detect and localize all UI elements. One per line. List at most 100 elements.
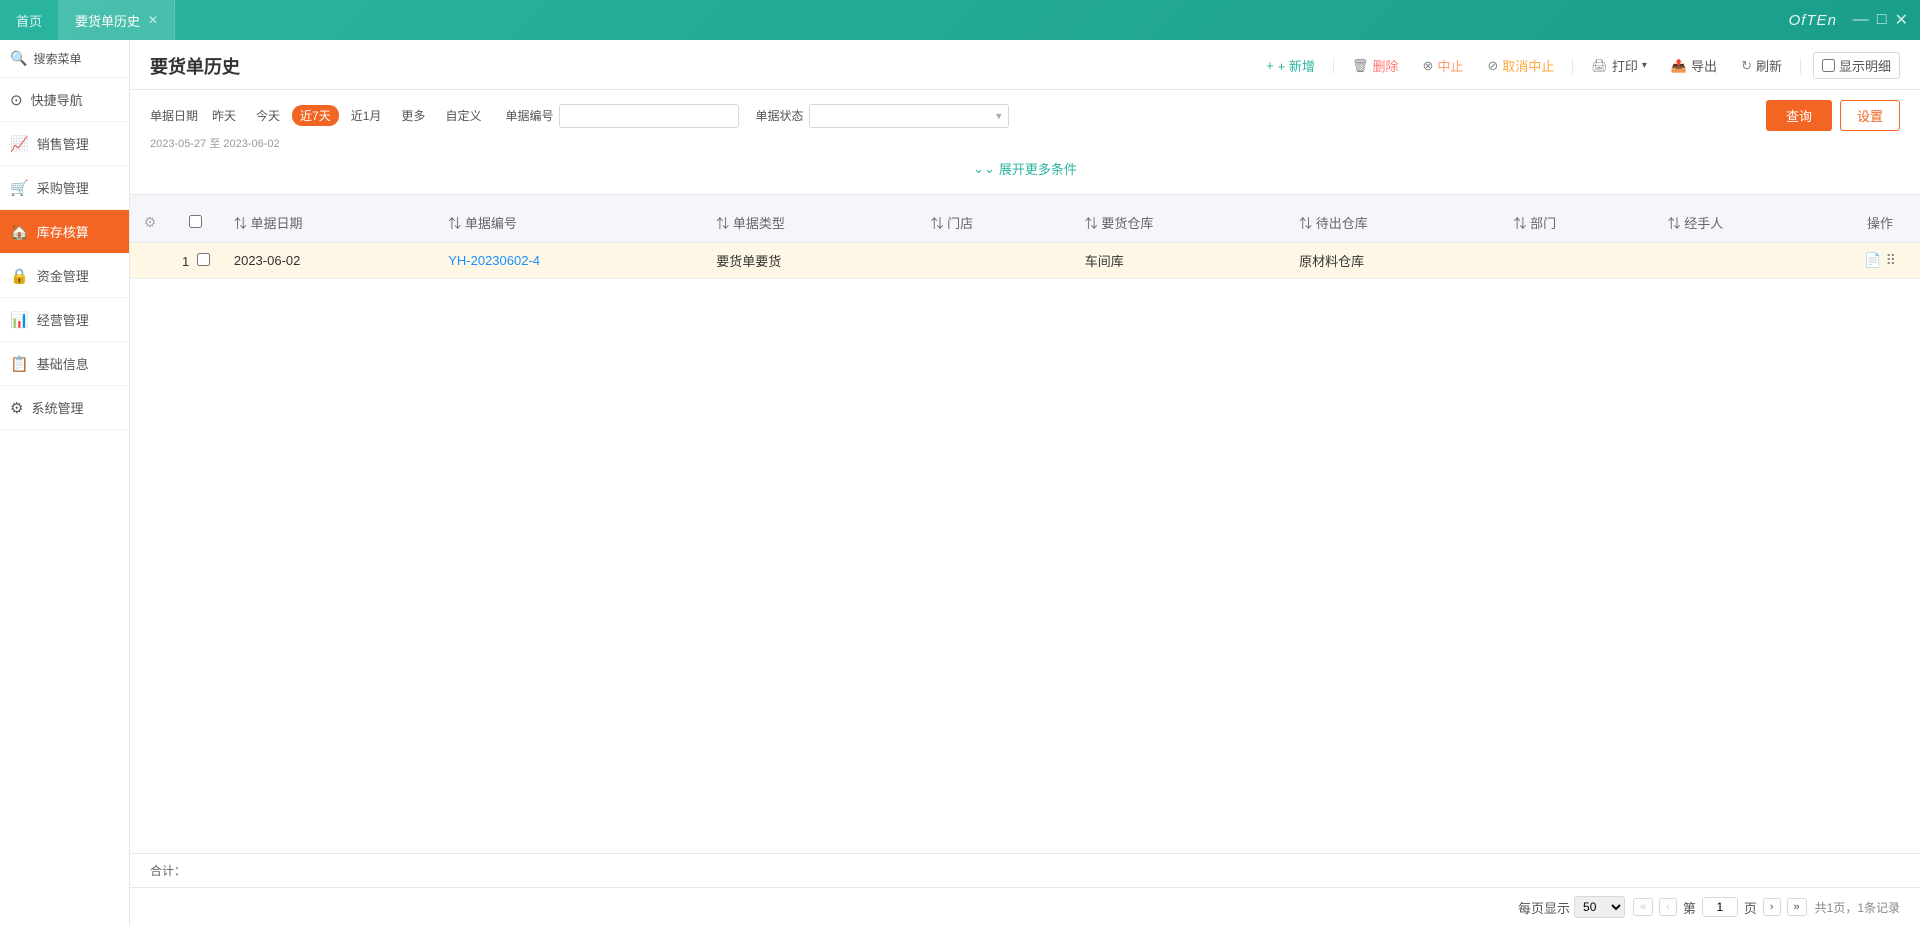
sidebar-item-basic-info[interactable]: 📋 基础信息 (0, 342, 129, 386)
doc-no-input[interactable] (559, 104, 739, 128)
col-req-warehouse[interactable]: ⇅ 要货仓库 (1073, 203, 1287, 243)
row-edit-icon[interactable]: 📄 (1864, 252, 1881, 269)
col-doc-type[interactable]: ⇅ 单据类型 (704, 203, 918, 243)
page-header: 要货单历史 + + 新增 🗑 删除 ⊗ 中止 (130, 40, 1920, 90)
query-button[interactable]: 查询 (1766, 100, 1832, 131)
search-icon: 🔍 (10, 50, 27, 67)
row-more-icon[interactable]: ⠿ (1886, 252, 1896, 269)
status-select[interactable] (809, 104, 1009, 128)
sidebar-item-label: 资金管理 (37, 266, 89, 285)
sidebar-item-inventory-calc[interactable]: 🏠 库存核算 (0, 210, 129, 254)
purchase-icon: 🛒 (10, 179, 29, 197)
page-input[interactable] (1702, 897, 1738, 917)
main-layout: 🔍 搜索菜单 ⊙ 快捷导航 📈 销售管理 🛒 采购管理 🏠 库存核算 🔒 资金管… (0, 40, 1920, 926)
table-area: ⚙ ⇅ 单据日期 ⇅ 单据编号 ⇅ 单据类型 (130, 203, 1920, 853)
new-button[interactable]: + + 新增 (1260, 52, 1321, 79)
refresh-icon: ↻ (1741, 58, 1752, 74)
date-range-display: 2023-05-27 至 2023-06-02 (150, 135, 1900, 151)
row-checkbox[interactable] (197, 253, 210, 266)
row-actions: 📄 ⠿ (1840, 243, 1920, 279)
tab-close-icon[interactable]: ✕ (148, 13, 158, 27)
prev-page-button[interactable]: ‹ (1659, 898, 1677, 916)
filter-expand-row: ⌄⌄ 展开更多条件 (150, 151, 1900, 186)
action-icons: 📄 ⠿ (1852, 252, 1908, 269)
sales-icon: 📈 (10, 135, 29, 153)
row-req-warehouse: 车间库 (1073, 243, 1287, 279)
tab-requisition-label: 要货单历史 (75, 11, 140, 30)
cancel-stop-label: 取消中止 (1502, 56, 1554, 75)
sidebar-item-quick-nav[interactable]: ⊙ 快捷导航 (0, 78, 129, 122)
per-page-selector: 每页显示 20 50 100 (1518, 896, 1625, 918)
doc-no-label: 单据编号 (505, 107, 553, 124)
col-doc-no[interactable]: ⇅ 单据编号 (436, 203, 704, 243)
total-count: 共1页，1条记录 (1815, 899, 1900, 916)
date-btn-more[interactable]: 更多 (393, 105, 433, 126)
delete-button[interactable]: 🗑 删除 (1346, 52, 1405, 79)
col-req-warehouse-label: ⇅ 要货仓库 (1085, 216, 1154, 231)
col-handler[interactable]: ⇅ 经手人 (1656, 203, 1840, 243)
tab-requisition-history[interactable]: 要货单历史 ✕ (59, 0, 175, 40)
next-page-button[interactable]: › (1763, 898, 1781, 916)
first-page-button[interactable]: « (1633, 898, 1653, 916)
col-dept[interactable]: ⇅ 部门 (1501, 203, 1655, 243)
refresh-button[interactable]: ↻ 刷新 (1735, 52, 1788, 79)
date-btn-today[interactable]: 今天 (248, 105, 288, 126)
sidebar-search[interactable]: 🔍 搜索菜单 (0, 40, 129, 78)
basic-icon: 📋 (10, 355, 29, 373)
page-title: 要货单历史 (150, 53, 240, 79)
print-button[interactable]: 🖨 打印 ▾ (1585, 52, 1653, 79)
print-icon: 🖨 (1591, 58, 1608, 74)
row-settings (130, 243, 170, 279)
settings-button[interactable]: 设置 (1840, 100, 1900, 131)
col-pending-warehouse[interactable]: ⇅ 待出仓库 (1287, 203, 1501, 243)
quick-nav-icon: ⊙ (10, 91, 23, 109)
filter-row: 单据日期 昨天 今天 近7天 近1月 更多 自定义 单据编号 单据状态 (150, 100, 1900, 131)
sidebar-item-purchase-mgmt[interactable]: 🛒 采购管理 (0, 166, 129, 210)
col-settings: ⚙ (130, 203, 170, 243)
sidebar-item-finance-mgmt[interactable]: 🔒 资金管理 (0, 254, 129, 298)
stop-label: 中止 (1437, 56, 1463, 75)
row-doc-no-link[interactable]: YH-20230602-4 (448, 253, 540, 268)
maximize-icon[interactable]: □ (1877, 11, 1887, 29)
window-controls: OfTEn — □ ✕ (1789, 10, 1908, 30)
stop-icon: ⊗ (1422, 58, 1433, 74)
sidebar-item-sys-mgmt[interactable]: ⚙ 系统管理 (0, 386, 129, 430)
display-detail-checkbox[interactable] (1822, 59, 1835, 72)
col-store[interactable]: ⇅ 门店 (919, 203, 1073, 243)
date-btn-1month[interactable]: 近1月 (343, 105, 390, 126)
date-btn-yesterday[interactable]: 昨天 (204, 105, 244, 126)
col-settings-icon[interactable]: ⚙ (144, 214, 157, 230)
tab-home-label: 首页 (16, 11, 42, 30)
sidebar-item-sales-mgmt[interactable]: 📈 销售管理 (0, 122, 129, 166)
col-action: 操作 (1840, 203, 1920, 243)
stop-button[interactable]: ⊗ 中止 (1416, 52, 1469, 79)
display-detail-button[interactable]: 显示明细 (1813, 52, 1900, 79)
date-btn-custom[interactable]: 自定义 (437, 105, 489, 126)
date-filter-label: 单据日期 (150, 107, 198, 124)
row-date: 2023-06-02 (222, 243, 436, 279)
refresh-label: 刷新 (1756, 56, 1782, 75)
col-date[interactable]: ⇅ 单据日期 (222, 203, 436, 243)
close-window-icon[interactable]: ✕ (1895, 10, 1908, 30)
minimize-icon[interactable]: — (1853, 11, 1869, 29)
sidebar-item-label: 销售管理 (37, 134, 89, 153)
export-icon: 📤 (1671, 58, 1687, 74)
tab-home[interactable]: 首页 (0, 0, 59, 40)
export-button[interactable]: 📤 导出 (1665, 52, 1723, 79)
export-label: 导出 (1691, 56, 1717, 75)
footer-total-label: 合计： (150, 862, 186, 879)
status-label: 单据状态 (755, 107, 803, 124)
select-all-checkbox[interactable] (189, 215, 202, 228)
col-date-label: ⇅ 单据日期 (234, 216, 303, 231)
sidebar-item-label: 经营管理 (37, 310, 89, 329)
row-dept (1501, 243, 1655, 279)
per-page-select[interactable]: 20 50 100 (1574, 896, 1625, 918)
date-btn-7days[interactable]: 近7天 (292, 105, 339, 126)
last-page-button[interactable]: » (1787, 898, 1807, 916)
sys-icon: ⚙ (10, 399, 23, 417)
col-dept-label: ⇅ 部门 (1513, 216, 1556, 231)
sidebar-item-ops-mgmt[interactable]: 📊 经营管理 (0, 298, 129, 342)
cancel-stop-button[interactable]: ⊘ 取消中止 (1481, 52, 1560, 79)
expand-filter-button[interactable]: ⌄⌄ 展开更多条件 (965, 155, 1085, 182)
footer: 合计： (130, 853, 1920, 887)
